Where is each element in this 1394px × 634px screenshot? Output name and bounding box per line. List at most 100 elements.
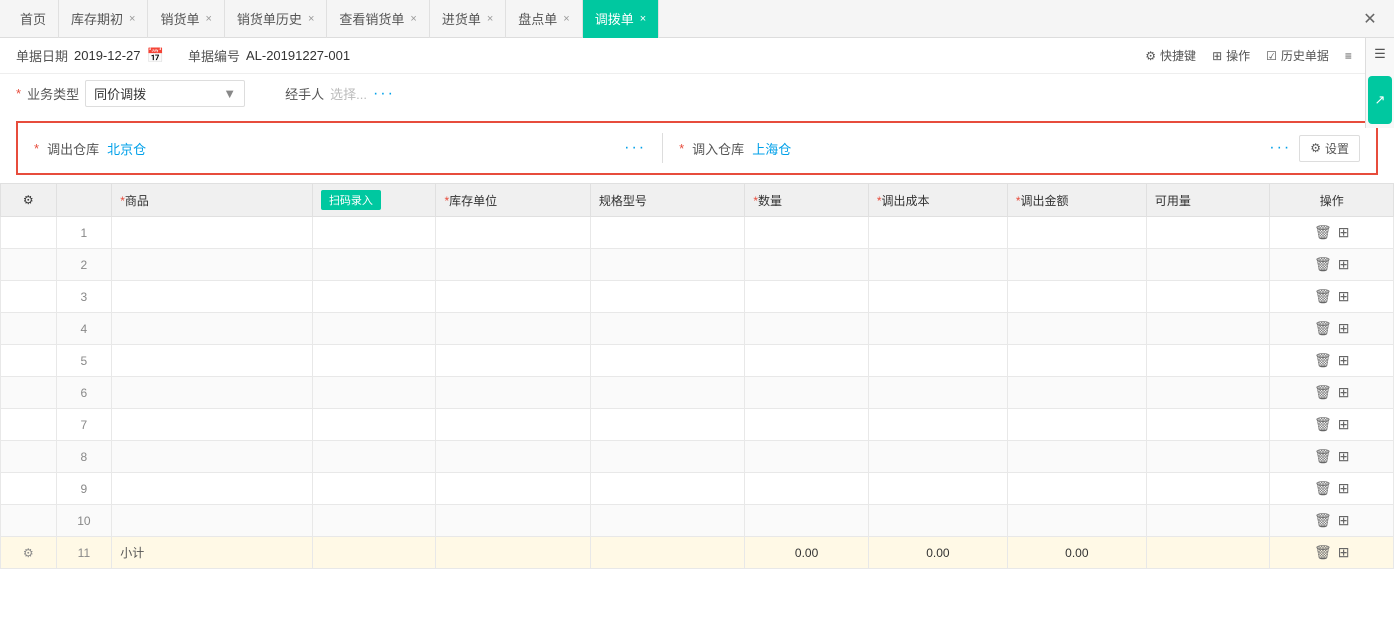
- row-delete-icon[interactable]: 🗑: [1314, 352, 1332, 369]
- row-amount-cell[interactable]: [1007, 473, 1146, 505]
- row-copy-icon[interactable]: ⊞: [1338, 416, 1350, 433]
- sidebar-export-button[interactable]: ↗: [1368, 76, 1392, 124]
- row-spec-cell[interactable]: [590, 441, 744, 473]
- scan-button[interactable]: 扫码录入: [321, 190, 381, 210]
- date-value[interactable]: 2019-12-27: [74, 48, 141, 63]
- row-delete-icon[interactable]: 🗑: [1314, 416, 1332, 433]
- row-unit-cell[interactable]: [436, 249, 590, 281]
- tab-view-sales[interactable]: 查看销货单 ×: [327, 0, 429, 38]
- settings-button[interactable]: ⚙ 设置: [1299, 135, 1360, 162]
- row-qty-cell[interactable]: [745, 345, 869, 377]
- row-copy-icon[interactable]: ⊞: [1338, 480, 1350, 497]
- operations-button[interactable]: ⊞ 操作: [1212, 47, 1250, 64]
- tab-transfer-close[interactable]: ×: [640, 13, 646, 25]
- row-amount-cell[interactable]: [1007, 249, 1146, 281]
- row-cost-cell[interactable]: [868, 505, 1007, 537]
- row-qty-cell[interactable]: [745, 473, 869, 505]
- shortcut-button[interactable]: ⚙ 快捷键: [1145, 47, 1196, 64]
- tab-home[interactable]: 首页: [8, 0, 59, 38]
- tab-view-sales-close[interactable]: ×: [410, 13, 416, 25]
- row-product-cell[interactable]: [112, 441, 313, 473]
- subtotal-delete-icon[interactable]: 🗑: [1314, 544, 1332, 561]
- tab-purchase-order-close[interactable]: ×: [487, 13, 493, 25]
- row-unit-cell[interactable]: [436, 345, 590, 377]
- sidebar-doc-button[interactable]: ☰: [1368, 42, 1392, 66]
- row-amount-cell[interactable]: [1007, 217, 1146, 249]
- row-product-cell[interactable]: [112, 345, 313, 377]
- tab-sales-history[interactable]: 销货单历史 ×: [225, 0, 327, 38]
- row-unit-cell[interactable]: [436, 409, 590, 441]
- row-spec-cell[interactable]: [590, 249, 744, 281]
- transfer-out-more-icon[interactable]: ···: [624, 139, 646, 157]
- row-unit-cell[interactable]: [436, 505, 590, 537]
- row-cost-cell[interactable]: [868, 409, 1007, 441]
- subtotal-copy-icon[interactable]: ⊞: [1338, 544, 1350, 561]
- row-qty-cell[interactable]: [745, 217, 869, 249]
- row-qty-cell[interactable]: [745, 441, 869, 473]
- row-spec-cell[interactable]: [590, 377, 744, 409]
- row-amount-cell[interactable]: [1007, 377, 1146, 409]
- row-delete-icon[interactable]: 🗑: [1314, 384, 1332, 401]
- tab-stocktake[interactable]: 盘点单 ×: [506, 0, 582, 38]
- row-product-cell[interactable]: [112, 281, 313, 313]
- row-cost-cell[interactable]: [868, 313, 1007, 345]
- row-cost-cell[interactable]: [868, 217, 1007, 249]
- row-delete-icon[interactable]: 🗑: [1314, 224, 1332, 241]
- tab-inventory-init-close[interactable]: ×: [129, 13, 135, 25]
- row-cost-cell[interactable]: [868, 441, 1007, 473]
- row-spec-cell[interactable]: [590, 473, 744, 505]
- row-cost-cell[interactable]: [868, 249, 1007, 281]
- tab-inventory-init[interactable]: 库存期初 ×: [59, 0, 148, 38]
- row-unit-cell[interactable]: [436, 313, 590, 345]
- history-button[interactable]: ☑ 历史单据: [1266, 47, 1329, 64]
- row-qty-cell[interactable]: [745, 313, 869, 345]
- row-cost-cell[interactable]: [868, 281, 1007, 313]
- row-amount-cell[interactable]: [1007, 409, 1146, 441]
- row-amount-cell[interactable]: [1007, 313, 1146, 345]
- col-header-gear[interactable]: ⚙: [1, 184, 57, 217]
- row-product-cell[interactable]: [112, 377, 313, 409]
- transfer-out-value[interactable]: 北京仓: [107, 139, 146, 158]
- row-cost-cell[interactable]: [868, 377, 1007, 409]
- row-product-cell[interactable]: [112, 313, 313, 345]
- row-copy-icon[interactable]: ⊞: [1338, 352, 1350, 369]
- row-qty-cell[interactable]: [745, 377, 869, 409]
- row-product-cell[interactable]: [112, 409, 313, 441]
- business-type-select[interactable]: 同价调拨 ▼: [85, 80, 245, 107]
- row-copy-icon[interactable]: ⊞: [1338, 320, 1350, 337]
- row-product-cell[interactable]: [112, 505, 313, 537]
- tab-stocktake-close[interactable]: ×: [563, 13, 569, 25]
- row-copy-icon[interactable]: ⊞: [1338, 288, 1350, 305]
- row-delete-icon[interactable]: 🗑: [1314, 256, 1332, 273]
- tab-purchase-order[interactable]: 进货单 ×: [430, 0, 506, 38]
- row-qty-cell[interactable]: [745, 505, 869, 537]
- row-delete-icon[interactable]: 🗑: [1314, 512, 1332, 529]
- row-delete-icon[interactable]: 🗑: [1314, 288, 1332, 305]
- row-copy-icon[interactable]: ⊞: [1338, 512, 1350, 529]
- row-spec-cell[interactable]: [590, 409, 744, 441]
- row-unit-cell[interactable]: [436, 377, 590, 409]
- row-delete-icon[interactable]: 🗑: [1314, 448, 1332, 465]
- tab-transfer[interactable]: 调拨单 ×: [583, 0, 659, 38]
- row-product-cell[interactable]: [112, 473, 313, 505]
- row-unit-cell[interactable]: [436, 473, 590, 505]
- row-qty-cell[interactable]: [745, 281, 869, 313]
- row-amount-cell[interactable]: [1007, 505, 1146, 537]
- row-amount-cell[interactable]: [1007, 345, 1146, 377]
- tab-sales-order[interactable]: 销货单 ×: [148, 0, 224, 38]
- row-spec-cell[interactable]: [590, 345, 744, 377]
- row-spec-cell[interactable]: [590, 505, 744, 537]
- row-product-cell[interactable]: [112, 249, 313, 281]
- row-spec-cell[interactable]: [590, 217, 744, 249]
- row-qty-cell[interactable]: [745, 409, 869, 441]
- person-more-icon[interactable]: ···: [373, 85, 395, 103]
- row-unit-cell[interactable]: [436, 281, 590, 313]
- tab-sales-order-close[interactable]: ×: [205, 13, 211, 25]
- view-toggle-list[interactable]: ≡: [1345, 49, 1352, 63]
- row-spec-cell[interactable]: [590, 281, 744, 313]
- row-cost-cell[interactable]: [868, 345, 1007, 377]
- calendar-icon[interactable]: 📅: [147, 47, 164, 64]
- row-delete-icon[interactable]: 🗑: [1314, 480, 1332, 497]
- row-amount-cell[interactable]: [1007, 441, 1146, 473]
- row-unit-cell[interactable]: [436, 217, 590, 249]
